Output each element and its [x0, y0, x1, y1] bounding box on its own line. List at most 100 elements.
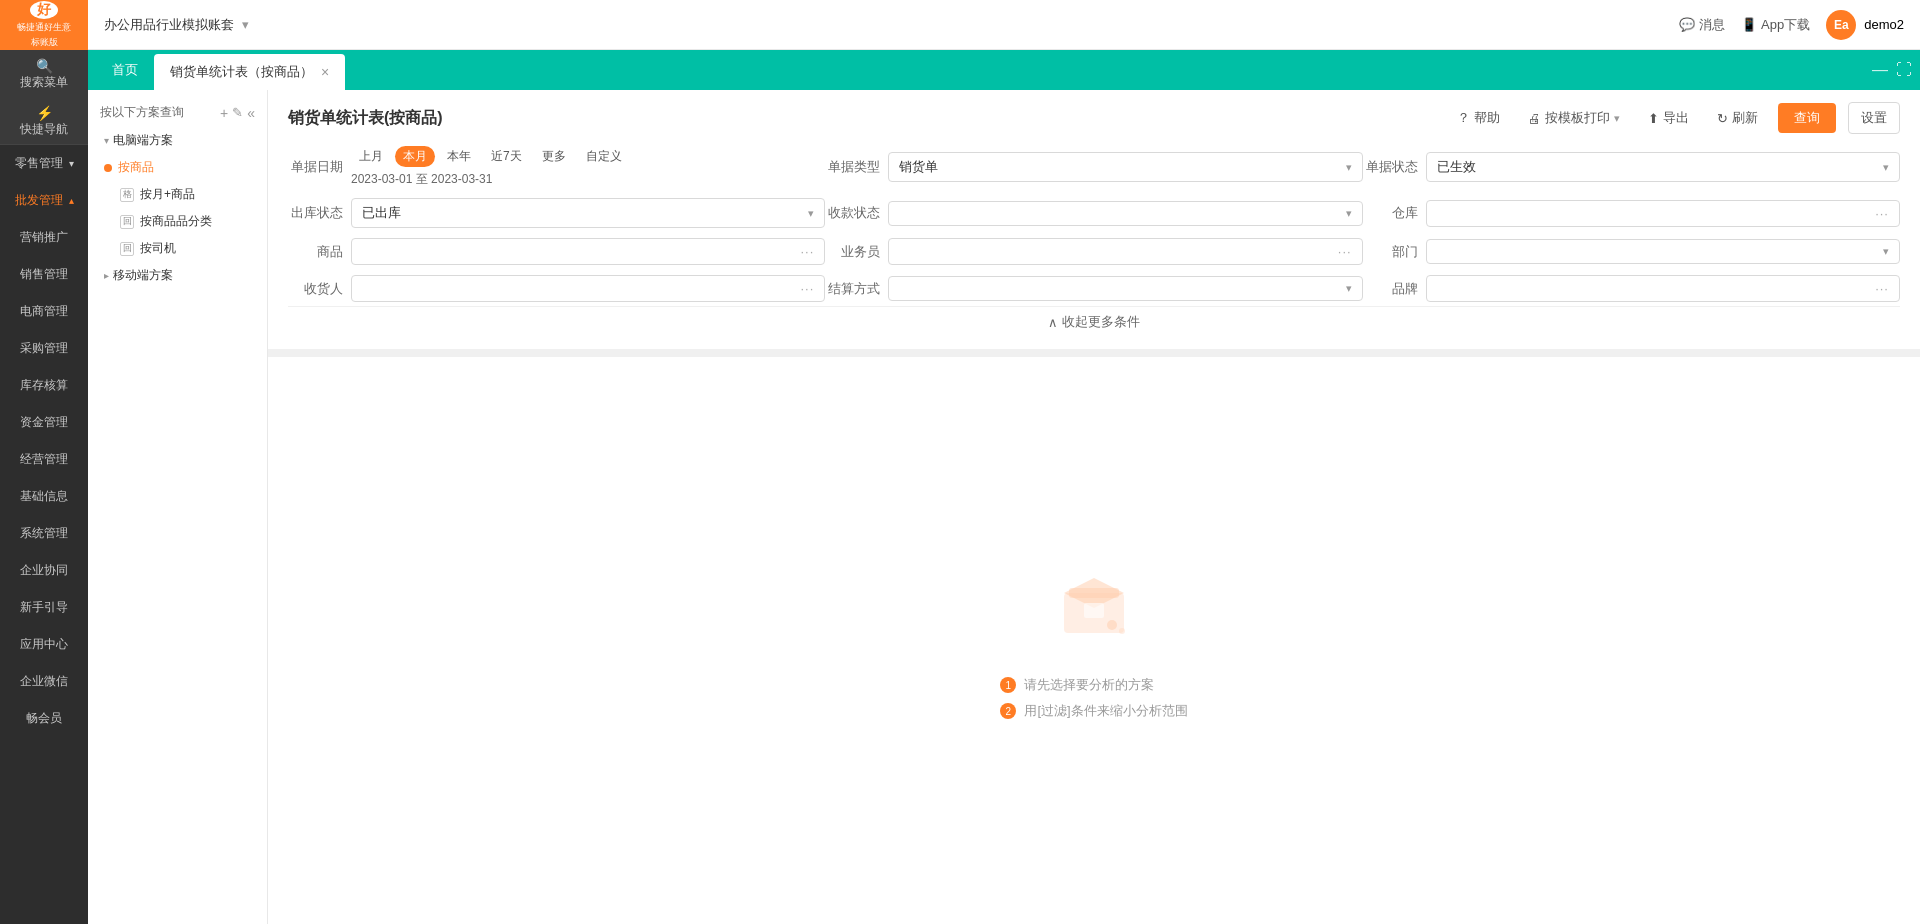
sidebar-item-guide[interactable]: 新手引导	[0, 589, 88, 626]
sidebar-item-cooperation[interactable]: 企业协同	[0, 552, 88, 589]
tip-text-1: 请先选择要分析的方案	[1024, 676, 1154, 694]
receiver-input[interactable]: ···	[351, 275, 825, 302]
settlement-select[interactable]: ▾	[888, 276, 1362, 301]
sidebar-item-purchase[interactable]: 采购管理	[0, 330, 88, 367]
print-label: 按模板打印	[1545, 109, 1610, 127]
export-label: 导出	[1663, 109, 1689, 127]
scheme-add-icon[interactable]: +	[220, 105, 228, 121]
page-area: 按以下方案查询 + ✎ « ▾ 电脑端方案 按商品 格 按月+	[88, 90, 1920, 924]
breadcrumb-dropdown-icon[interactable]: ▾	[242, 17, 249, 32]
delivery-arrow-icon: ▾	[808, 207, 814, 220]
sidebar-item-finance[interactable]: 资金管理	[0, 404, 88, 441]
scheme-item-by-goods[interactable]: 按商品	[96, 154, 259, 181]
query-button[interactable]: 查询	[1778, 103, 1836, 133]
tab-maximize-icon[interactable]: ⛶	[1896, 61, 1912, 79]
page-actions: ？ 帮助 🖨 按模板打印 ▾ ⬆ 导出 ↻	[1449, 102, 1900, 134]
delivery-select[interactable]: 已出库 ▾	[351, 198, 825, 228]
warehouse-input[interactable]: ···	[1426, 200, 1900, 227]
sidebar-item-operation[interactable]: 经营管理	[0, 441, 88, 478]
date-tab-7days[interactable]: 近7天	[483, 146, 530, 167]
scheme-item-icon: 格	[120, 188, 134, 202]
delivery-value: 已出库	[362, 204, 401, 222]
date-tab-lastmonth[interactable]: 上月	[351, 146, 391, 167]
settlement-arrow-icon: ▾	[1346, 282, 1352, 295]
tab-close-icon[interactable]: ×	[321, 64, 329, 80]
sidebar-item-basic[interactable]: 基础信息	[0, 478, 88, 515]
sidebar-item-marketing[interactable]: 营销推广	[0, 219, 88, 256]
staff-input[interactable]: ···	[888, 238, 1362, 265]
docstatus-filter-cell: 单据状态 已生效 ▾	[1363, 152, 1900, 182]
sidebar-item-retail[interactable]: 零售管理 ▾	[0, 145, 88, 182]
svg-point-5	[1119, 628, 1125, 634]
help-icon: ？	[1457, 109, 1470, 127]
print-button[interactable]: 🖨 按模板打印 ▾	[1520, 105, 1628, 131]
tip-text-2: 用[过滤]条件来缩小分析范围	[1024, 702, 1187, 720]
date-tab-custom[interactable]: 自定义	[578, 146, 630, 167]
sidebar-item-label: 基础信息	[20, 488, 68, 505]
sidebar-item-sales[interactable]: 销售管理	[0, 256, 88, 293]
scheme-edit-icon[interactable]: ✎	[232, 105, 243, 121]
brand-dots: ···	[1875, 281, 1889, 296]
docstatus-select[interactable]: 已生效 ▾	[1426, 152, 1900, 182]
collapse-button[interactable]: ∧ 收起更多条件	[288, 306, 1900, 337]
scheme-item-by-month-goods[interactable]: 格 按月+商品	[96, 181, 259, 208]
page-title: 销货单统计表(按商品)	[288, 108, 443, 129]
refresh-button[interactable]: ↻ 刷新	[1709, 105, 1766, 131]
sidebar-item-wechat[interactable]: 企业微信	[0, 663, 88, 700]
payment-input[interactable]: ▾	[888, 201, 1362, 226]
scheme-group-desktop-title[interactable]: ▾ 电脑端方案	[96, 127, 259, 154]
dept-select[interactable]: ▾	[1426, 239, 1900, 264]
app-download-button[interactable]: 📱 App下载	[1741, 16, 1810, 34]
scheme-group-mobile-title[interactable]: ▸ 移动端方案	[96, 262, 259, 289]
print-icon: 🖨	[1528, 111, 1541, 126]
print-arrow-icon: ▾	[1614, 112, 1620, 125]
active-dot-icon	[104, 164, 112, 172]
sidebar-item-member[interactable]: 畅会员	[0, 700, 88, 737]
sidebar-item-label: 资金管理	[20, 414, 68, 431]
settings-button[interactable]: 设置	[1848, 102, 1900, 134]
message-button[interactable]: 💬 消息	[1679, 16, 1725, 34]
date-tab-thisyear[interactable]: 本年	[439, 146, 479, 167]
delivery-label: 出库状态	[288, 204, 343, 222]
sidebar-item-system[interactable]: 系统管理	[0, 515, 88, 552]
date-tab-thismonth[interactable]: 本月	[395, 146, 435, 167]
sidebar-item-appcenter[interactable]: 应用中心	[0, 626, 88, 663]
goods-input[interactable]: ···	[351, 238, 825, 265]
brand-input[interactable]: ···	[1426, 275, 1900, 302]
collapse-chevron-icon: ∧	[1048, 315, 1058, 330]
sidebar-item-ecommerce[interactable]: 电商管理	[0, 293, 88, 330]
logo-icon: 好	[30, 1, 58, 19]
scheme-group-desktop: ▾ 电脑端方案 按商品 格 按月+商品 回 按商品品分类 回 按司机	[88, 127, 267, 262]
sidebar-item-label: 新手引导	[20, 599, 68, 616]
date-tab-more[interactable]: 更多	[534, 146, 574, 167]
tab-sales-report[interactable]: 销货单统计表（按商品） ×	[154, 54, 345, 90]
empty-tip-1: 1 请先选择要分析的方案	[1000, 676, 1187, 694]
tab-home[interactable]: 首页	[96, 50, 154, 90]
scheme-item-by-driver[interactable]: 回 按司机	[96, 235, 259, 262]
scheme-collapse-icon[interactable]: «	[247, 105, 255, 121]
tab-minimize-icon[interactable]: —	[1872, 61, 1888, 79]
sidebar-item-wholesale[interactable]: 批发管理 ▴	[0, 182, 88, 219]
scheme-item-by-category[interactable]: 回 按商品品分类	[96, 208, 259, 235]
help-button[interactable]: ？ 帮助	[1449, 105, 1508, 131]
payment-filter-cell: 收款状态 ▾	[825, 201, 1362, 226]
doctype-select[interactable]: 销货单 ▾	[888, 152, 1362, 182]
filter-row-4: 收货人 ··· 结算方式 ▾	[288, 275, 1900, 302]
user-name: demo2	[1864, 17, 1904, 32]
sidebar-item-inventory[interactable]: 库存核算	[0, 367, 88, 404]
tabbar-actions: — ⛶	[1872, 61, 1912, 79]
scheme-panel: 按以下方案查询 + ✎ « ▾ 电脑端方案 按商品 格 按月+	[88, 90, 268, 924]
scheme-group-label: 电脑端方案	[113, 132, 173, 149]
settings-label: 设置	[1861, 109, 1887, 127]
empty-tip-2: 2 用[过滤]条件来缩小分析范围	[1000, 702, 1187, 720]
sidebar-item-label: 电商管理	[20, 303, 68, 320]
scheme-item-icon: 回	[120, 215, 134, 229]
message-label: 消息	[1699, 16, 1725, 34]
export-button[interactable]: ⬆ 导出	[1640, 105, 1697, 131]
logo-text: 畅捷通好生意	[17, 21, 71, 34]
doctype-label: 单据类型	[825, 158, 880, 176]
sidebar-item-quicknav[interactable]: ⚡ 快捷导航	[0, 99, 88, 145]
user-menu[interactable]: Ea demo2	[1826, 10, 1904, 40]
sidebar-item-search[interactable]: 🔍 搜索菜单	[0, 50, 88, 99]
goods-label: 商品	[288, 243, 343, 261]
